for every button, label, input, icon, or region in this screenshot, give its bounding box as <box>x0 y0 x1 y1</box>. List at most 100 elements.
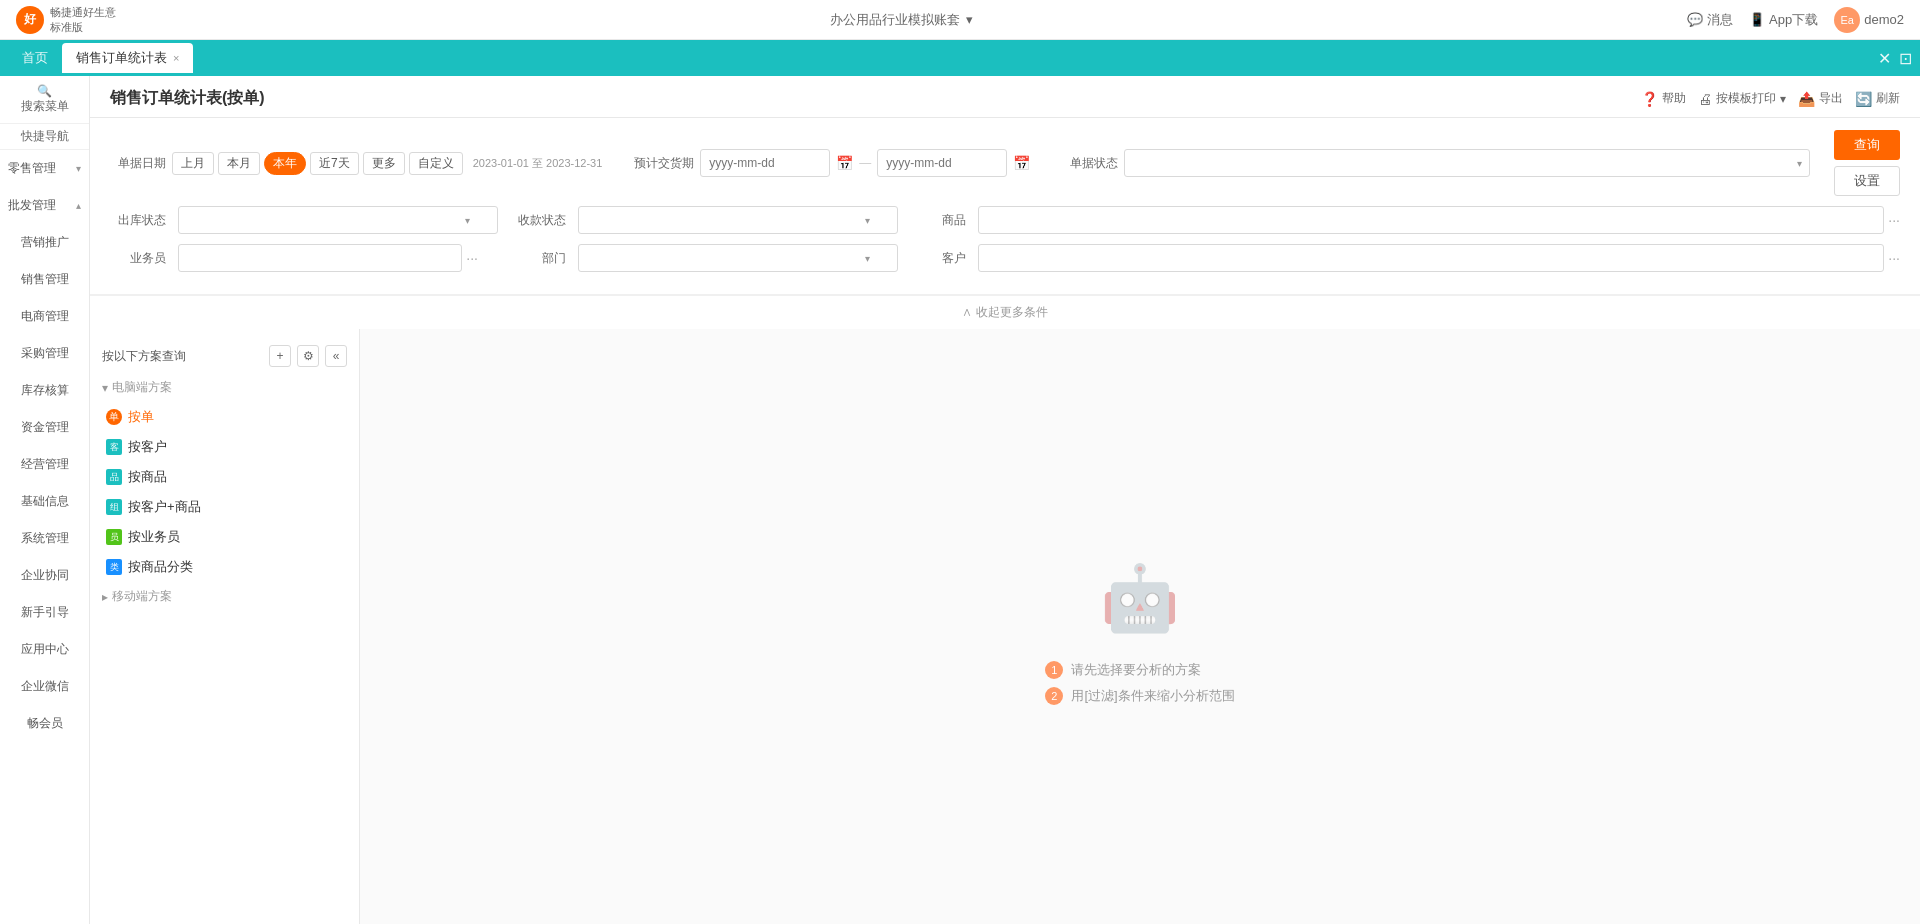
message-button[interactable]: 💬 消息 <box>1687 11 1733 29</box>
expected-date-from-input[interactable] <box>700 149 830 177</box>
tab-minimize-button[interactable]: ✕ <box>1878 49 1891 68</box>
goods-input[interactable] <box>978 206 1884 234</box>
sidebar-search[interactable]: 🔍 搜索菜单 <box>0 76 89 124</box>
tab-active[interactable]: 销售订单统计表 × <box>62 43 193 73</box>
panel-toolbar-label: 按以下方案查询 <box>102 348 263 365</box>
add-scheme-button[interactable]: + <box>269 345 291 367</box>
tree-item-by-order[interactable]: 单 按单 <box>90 402 359 432</box>
print-arrow-icon: ▾ <box>1780 92 1786 106</box>
chevron-down-icon: ▾ <box>966 12 973 27</box>
by-customer-icon: 客 <box>106 439 122 455</box>
sidebar-item-enterprise[interactable]: 企业协同 <box>0 557 89 594</box>
logo-area: 好 畅捷通好生意 标准版 <box>16 5 116 34</box>
department-label: 部门 <box>510 250 566 267</box>
tree-item-by-goods[interactable]: 品 按商品 <box>90 462 359 492</box>
sidebar-item-retail[interactable]: 零售管理 ▾ <box>0 150 89 187</box>
calendar-icon-1: 📅 <box>836 155 853 171</box>
sidebar-item-basic-info[interactable]: 基础信息 <box>0 483 89 520</box>
chevron-down-icon: ▾ <box>76 163 81 174</box>
content-area: 销售订单统计表(按单) ❓ 帮助 🖨 按模板打印 ▾ 📤 导出 🔄 刷新 <box>90 76 1920 924</box>
salesperson-more-icon[interactable]: ··· <box>466 250 478 266</box>
sidebar-item-ecommerce[interactable]: 电商管理 <box>0 298 89 335</box>
date-range-text: 2023-01-01 至 2023-12-31 <box>473 156 603 171</box>
department-select[interactable] <box>578 244 898 272</box>
sidebar-item-inventory[interactable]: 库存核算 <box>0 372 89 409</box>
desktop-group-label: ▾ 电脑端方案 <box>90 373 359 402</box>
sidebar-item-wechat[interactable]: 企业微信 <box>0 668 89 705</box>
print-button[interactable]: 🖨 按模板打印 ▾ <box>1698 90 1786 107</box>
filters-area: 单据日期 上月 本月 本年 近7天 更多 自定义 2023-01-01 至 20… <box>90 118 1920 295</box>
collapse-bar[interactable]: ∧ 收起更多条件 <box>90 295 1920 329</box>
tree-item-by-customer[interactable]: 客 按客户 <box>90 432 359 462</box>
tab-home[interactable]: 首页 <box>8 43 62 73</box>
expected-date-label: 预计交货期 <box>634 155 694 172</box>
collapse-panel-button[interactable]: « <box>325 345 347 367</box>
customer-input[interactable] <box>978 244 1884 272</box>
sidebar-quick-nav[interactable]: 快捷导航 <box>0 124 89 150</box>
step-2-number: 2 <box>1045 687 1063 705</box>
sidebar-item-app-center[interactable]: 应用中心 <box>0 631 89 668</box>
help-button[interactable]: ❓ 帮助 <box>1641 90 1686 107</box>
tab-close-button[interactable]: × <box>173 52 179 64</box>
this-month-button[interactable]: 本月 <box>218 152 260 175</box>
app-download-button[interactable]: 📱 App下载 <box>1749 11 1818 29</box>
tab-bar: 首页 销售订单统计表 × ✕ ⊡ <box>0 40 1920 76</box>
customer-label: 客户 <box>910 250 966 267</box>
calendar-icon-2: 📅 <box>1013 155 1030 171</box>
message-icon: 💬 <box>1687 12 1703 27</box>
expand-icon: ▾ <box>102 381 108 395</box>
sidebar: 🔍 搜索菜单 快捷导航 零售管理 ▾ 批发管理 ▴ 营销推广 销售管理 电商管理… <box>0 76 90 924</box>
user-avatar-area[interactable]: Ea demo2 <box>1834 7 1904 33</box>
settings-button[interactable]: 设置 <box>1834 166 1900 196</box>
sidebar-item-operations[interactable]: 经营管理 <box>0 446 89 483</box>
payment-status-select[interactable] <box>578 206 898 234</box>
query-button[interactable]: 查询 <box>1834 130 1900 160</box>
prev-month-button[interactable]: 上月 <box>172 152 214 175</box>
sidebar-item-finance[interactable]: 资金管理 <box>0 409 89 446</box>
export-button[interactable]: 📤 导出 <box>1798 90 1843 107</box>
current-year-button[interactable]: 本年 <box>264 152 306 175</box>
salesperson-input[interactable] <box>178 244 462 272</box>
filter-section: 单据日期 上月 本月 本年 近7天 更多 自定义 2023-01-01 至 20… <box>90 118 1920 329</box>
action-buttons: 查询 设置 <box>1834 130 1900 196</box>
ship-status-select[interactable] <box>178 206 498 234</box>
right-content: 🤖 1 请先选择要分析的方案 2 用[过滤]条件来缩小分析范围 <box>360 329 1920 924</box>
custom-date-button[interactable]: 自定义 <box>409 152 463 175</box>
avatar: Ea <box>1834 7 1860 33</box>
expected-date-to-input[interactable] <box>877 149 1007 177</box>
left-panel: 按以下方案查询 + ⚙ « ▾ 电脑端方案 单 按单 客 按客户 <box>90 329 360 924</box>
tree-item-by-customer-goods[interactable]: 组 按客户+商品 <box>90 492 359 522</box>
goods-more-icon[interactable]: ··· <box>1888 212 1900 228</box>
sidebar-item-newbie[interactable]: 新手引导 <box>0 594 89 631</box>
settings-scheme-button[interactable]: ⚙ <box>297 345 319 367</box>
tree-item-by-category[interactable]: 类 按商品分类 <box>90 552 359 582</box>
sidebar-item-wholesale[interactable]: 批发管理 ▴ <box>0 187 89 224</box>
by-category-icon: 类 <box>106 559 122 575</box>
expand-right-icon: ▸ <box>102 590 108 604</box>
tree-item-by-salesperson[interactable]: 员 按业务员 <box>90 522 359 552</box>
refresh-button[interactable]: 🔄 刷新 <box>1855 90 1900 107</box>
customer-more-icon[interactable]: ··· <box>1888 250 1900 266</box>
industry-selector[interactable]: 办公用品行业模拟账套 ▾ <box>830 11 973 29</box>
tab-maximize-button[interactable]: ⊡ <box>1899 49 1912 68</box>
sidebar-item-sales[interactable]: 销售管理 <box>0 261 89 298</box>
sidebar-item-system[interactable]: 系统管理 <box>0 520 89 557</box>
more-date-button[interactable]: 更多 <box>363 152 405 175</box>
sidebar-item-member[interactable]: 畅会员 <box>0 705 89 742</box>
by-order-icon: 单 <box>106 409 122 425</box>
filter-row-2: 出库状态 ▾ 收款状态 ▾ 商品 <box>110 206 1900 234</box>
logo-text: 畅捷通好生意 标准版 <box>50 5 116 34</box>
logo-icon: 好 <box>16 6 44 34</box>
sidebar-item-marketing[interactable]: 营销推广 <box>0 224 89 261</box>
chevron-up-icon: ▴ <box>76 200 81 211</box>
date-separator: — <box>859 156 871 170</box>
collapse-icon: ∧ <box>962 305 972 319</box>
sidebar-item-purchase[interactable]: 采购管理 <box>0 335 89 372</box>
last7-button[interactable]: 近7天 <box>310 152 359 175</box>
empty-illustration: 🤖 <box>1090 549 1190 649</box>
top-bar-right: 💬 消息 📱 App下载 Ea demo2 <box>1687 7 1904 33</box>
status-select[interactable] <box>1124 149 1810 177</box>
payment-status-label: 收款状态 <box>510 212 566 229</box>
header-actions: ❓ 帮助 🖨 按模板打印 ▾ 📤 导出 🔄 刷新 <box>1641 90 1900 107</box>
empty-steps: 1 请先选择要分析的方案 2 用[过滤]条件来缩小分析范围 <box>1045 661 1234 705</box>
